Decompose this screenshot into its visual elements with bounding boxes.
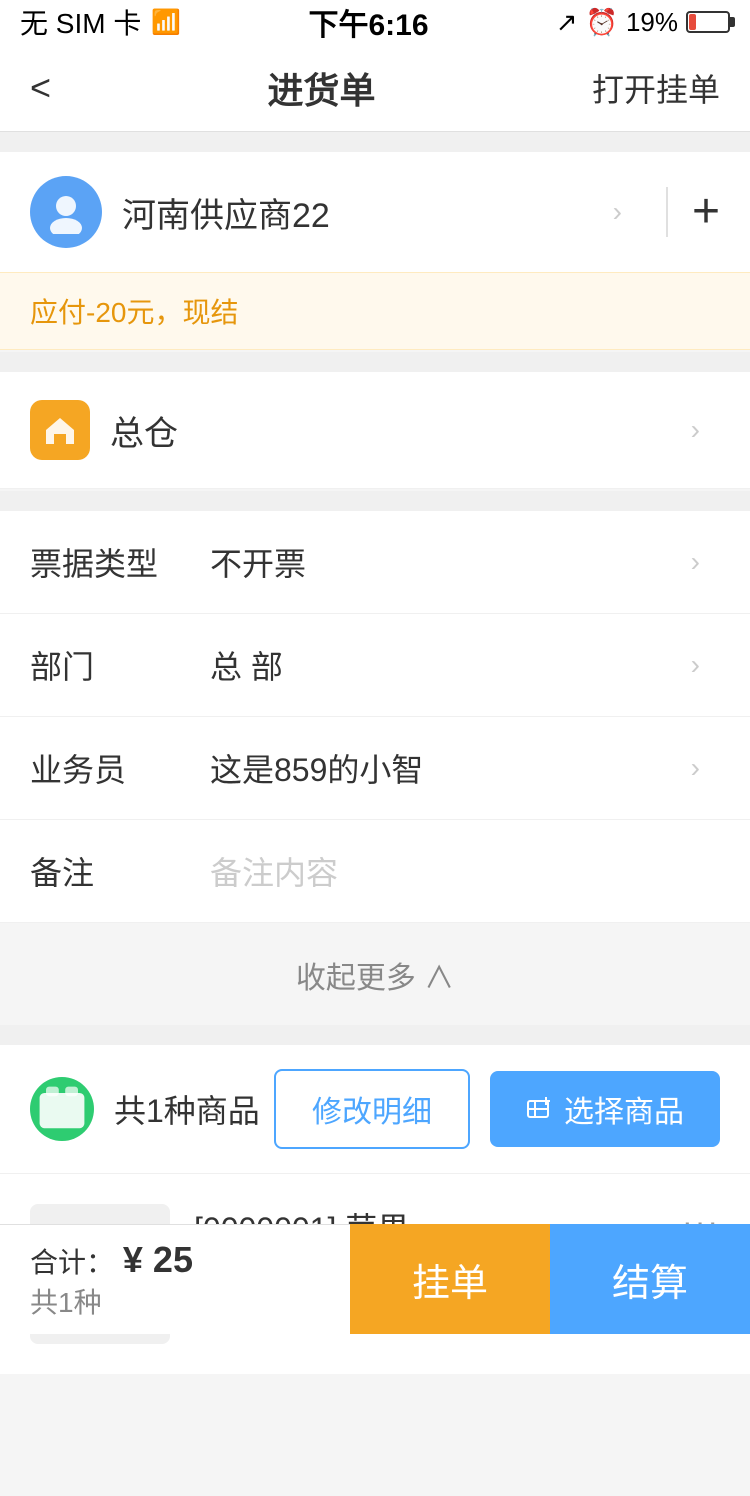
department-label: 部门	[30, 642, 190, 688]
warehouse-icon	[30, 400, 90, 460]
page-title: 进货单	[268, 62, 376, 114]
salesperson-chevron-icon: ›	[691, 752, 700, 784]
edit-detail-button[interactable]: 修改明细	[274, 1069, 470, 1149]
total-section: 合计： ¥ 25 共1种	[0, 1224, 350, 1334]
product-header: 共1种商品 修改明细 选择商品	[0, 1045, 750, 1174]
alarm-icon: ⏰	[586, 7, 618, 38]
battery-icon	[686, 11, 730, 33]
supplier-name: 河南供应商22	[122, 188, 613, 237]
separator-4	[0, 1025, 750, 1045]
supplier-divider	[666, 187, 668, 237]
product-count-label: 共1种商品	[114, 1086, 274, 1132]
ticket-type-value: 不开票	[190, 539, 691, 585]
add-supplier-button[interactable]: +	[692, 188, 720, 236]
checkout-button[interactable]: 结算	[550, 1224, 750, 1334]
total-amount: ¥ 25	[123, 1239, 193, 1280]
bottom-bar: 合计： ¥ 25 共1种 挂单 结算	[0, 1224, 750, 1334]
status-bar: 无 SIM 卡 📶 下午6:16 ↗ ⏰ 19%	[0, 0, 750, 44]
warehouse-name: 总仓	[110, 406, 691, 455]
ticket-type-label: 票据类型	[30, 539, 190, 585]
nav-bar: < 进货单 打开挂单	[0, 44, 750, 132]
carrier-text: 无 SIM 卡	[20, 2, 141, 42]
salesperson-label: 业务员	[30, 745, 190, 791]
remark-label: 备注	[30, 848, 190, 894]
wifi-icon: 📶	[151, 8, 181, 37]
warehouse-chevron-icon: ›	[691, 414, 700, 446]
supplier-row[interactable]: 河南供应商22 › +	[0, 152, 750, 272]
department-chevron-icon: ›	[691, 649, 700, 681]
collapse-button[interactable]: 收起更多 ∧	[0, 925, 750, 1025]
separator-3	[0, 491, 750, 511]
total-count: 共1种	[30, 1281, 320, 1321]
back-button[interactable]: <	[30, 67, 51, 109]
select-product-button[interactable]: 选择商品	[490, 1071, 720, 1147]
hang-order-button[interactable]: 挂单	[350, 1224, 550, 1334]
time-display: 下午6:16	[308, 0, 428, 44]
ticket-type-chevron-icon: ›	[691, 546, 700, 578]
warehouse-row[interactable]: 总仓 ›	[0, 372, 750, 489]
location-icon: ↗	[556, 7, 578, 38]
bottom-spacer	[0, 1376, 750, 1496]
separator-2	[0, 352, 750, 372]
battery-fill	[689, 14, 696, 30]
warehouse-section: 总仓 ›	[0, 372, 750, 489]
separator-1	[0, 132, 750, 152]
supplier-notice: 应付-20元，现结	[0, 272, 750, 350]
status-right: ↗ ⏰ 19%	[556, 7, 730, 38]
ticket-type-row[interactable]: 票据类型 不开票 ›	[0, 511, 750, 614]
select-product-label: 选择商品	[564, 1087, 684, 1131]
total-row: 合计： ¥ 25	[30, 1239, 320, 1281]
collapse-label: 收起更多 ∧	[296, 962, 454, 995]
form-section: 票据类型 不开票 › 部门 总 部 › 业务员 这是859的小智 › 备注 备注…	[0, 511, 750, 923]
supplier-avatar	[30, 176, 102, 248]
cart-icon	[526, 1095, 554, 1123]
department-value: 总 部	[190, 642, 691, 688]
supplier-section: 河南供应商22 › + 应付-20元，现结	[0, 152, 750, 350]
department-row[interactable]: 部门 总 部 ›	[0, 614, 750, 717]
supplier-chevron-icon: ›	[613, 196, 622, 228]
open-pending-button[interactable]: 打开挂单	[592, 65, 720, 111]
total-label: 合计：	[30, 1247, 114, 1278]
salesperson-row[interactable]: 业务员 这是859的小智 ›	[0, 717, 750, 820]
remark-row[interactable]: 备注 备注内容	[0, 820, 750, 923]
salesperson-value: 这是859的小智	[190, 745, 691, 791]
battery-percent: 19%	[626, 7, 678, 38]
status-left: 无 SIM 卡 📶	[20, 2, 181, 42]
remark-placeholder: 备注内容	[190, 848, 720, 894]
product-icon	[30, 1077, 94, 1141]
